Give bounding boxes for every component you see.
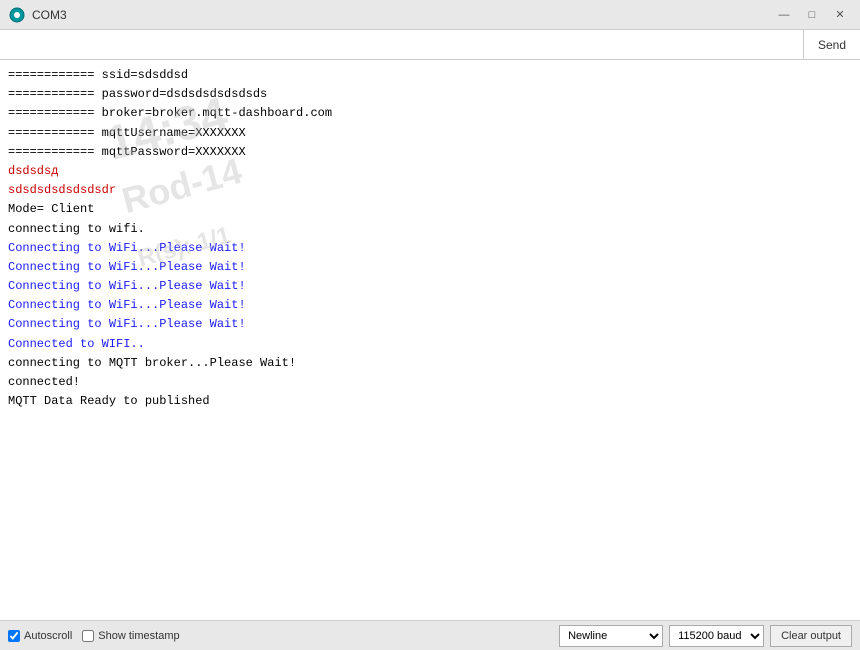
- autoscroll-checkbox[interactable]: [8, 630, 20, 642]
- console-line: dsdsdsд: [8, 162, 852, 181]
- app-icon: [8, 6, 26, 24]
- send-button[interactable]: Send: [803, 30, 860, 59]
- input-bar: Send: [0, 30, 860, 60]
- console-output[interactable]: ============ ssid=sdsddsd============ pa…: [0, 60, 860, 620]
- console-line: Connected to WIFI..: [8, 335, 852, 354]
- console-line: ============ mqttUsername=XXXXXXX: [8, 124, 852, 143]
- maximize-button[interactable]: □: [800, 5, 824, 25]
- statusbar-right: NewlineNo line endingCarriage returnBoth…: [559, 625, 852, 647]
- console-line: ============ ssid=sdsddsd: [8, 66, 852, 85]
- console-line: Connecting to WiFi...Please Wait!: [8, 296, 852, 315]
- timestamp-label[interactable]: Show timestamp: [82, 630, 179, 642]
- statusbar-left: Autoscroll Show timestamp: [8, 630, 547, 642]
- console-line: Connecting to WiFi...Please Wait!: [8, 277, 852, 296]
- console-line: ============ broker=broker.mqtt-dashboar…: [8, 104, 852, 123]
- timestamp-checkbox[interactable]: [82, 630, 94, 642]
- statusbar: Autoscroll Show timestamp NewlineNo line…: [0, 620, 860, 650]
- console-line: connecting to wifi.: [8, 220, 852, 239]
- console-line: connecting to MQTT broker...Please Wait!: [8, 354, 852, 373]
- titlebar-title: COM3: [32, 8, 772, 22]
- console-line: Connecting to WiFi...Please Wait!: [8, 258, 852, 277]
- clear-output-button[interactable]: Clear output: [770, 625, 852, 647]
- timestamp-text: Show timestamp: [98, 630, 179, 642]
- close-button[interactable]: ✕: [828, 5, 852, 25]
- main-area: ============ ssid=sdsddsd============ pa…: [0, 60, 860, 620]
- autoscroll-label[interactable]: Autoscroll: [8, 630, 72, 642]
- titlebar: COM3 — □ ✕: [0, 0, 860, 30]
- console-line: ============ password=dsdsdsdsdsdsds: [8, 85, 852, 104]
- console-line: Mode= Client: [8, 200, 852, 219]
- console-line: Connecting to WiFi...Please Wait!: [8, 315, 852, 334]
- console-line: sdsdsdsdsdsdsdr: [8, 181, 852, 200]
- serial-input[interactable]: [0, 30, 803, 59]
- baud-select[interactable]: 300 baud1200 baud2400 baud4800 baud9600 …: [669, 625, 764, 647]
- minimize-button[interactable]: —: [772, 5, 796, 25]
- console-line: connected!: [8, 373, 852, 392]
- autoscroll-text: Autoscroll: [24, 630, 72, 642]
- titlebar-controls: — □ ✕: [772, 5, 852, 25]
- newline-select[interactable]: NewlineNo line endingCarriage returnBoth…: [559, 625, 663, 647]
- console-line: Connecting to WiFi...Please Wait!: [8, 239, 852, 258]
- console-line: ============ mqttPassword=XXXXXXX: [8, 143, 852, 162]
- console-line: MQTT Data Ready to published: [8, 392, 852, 411]
